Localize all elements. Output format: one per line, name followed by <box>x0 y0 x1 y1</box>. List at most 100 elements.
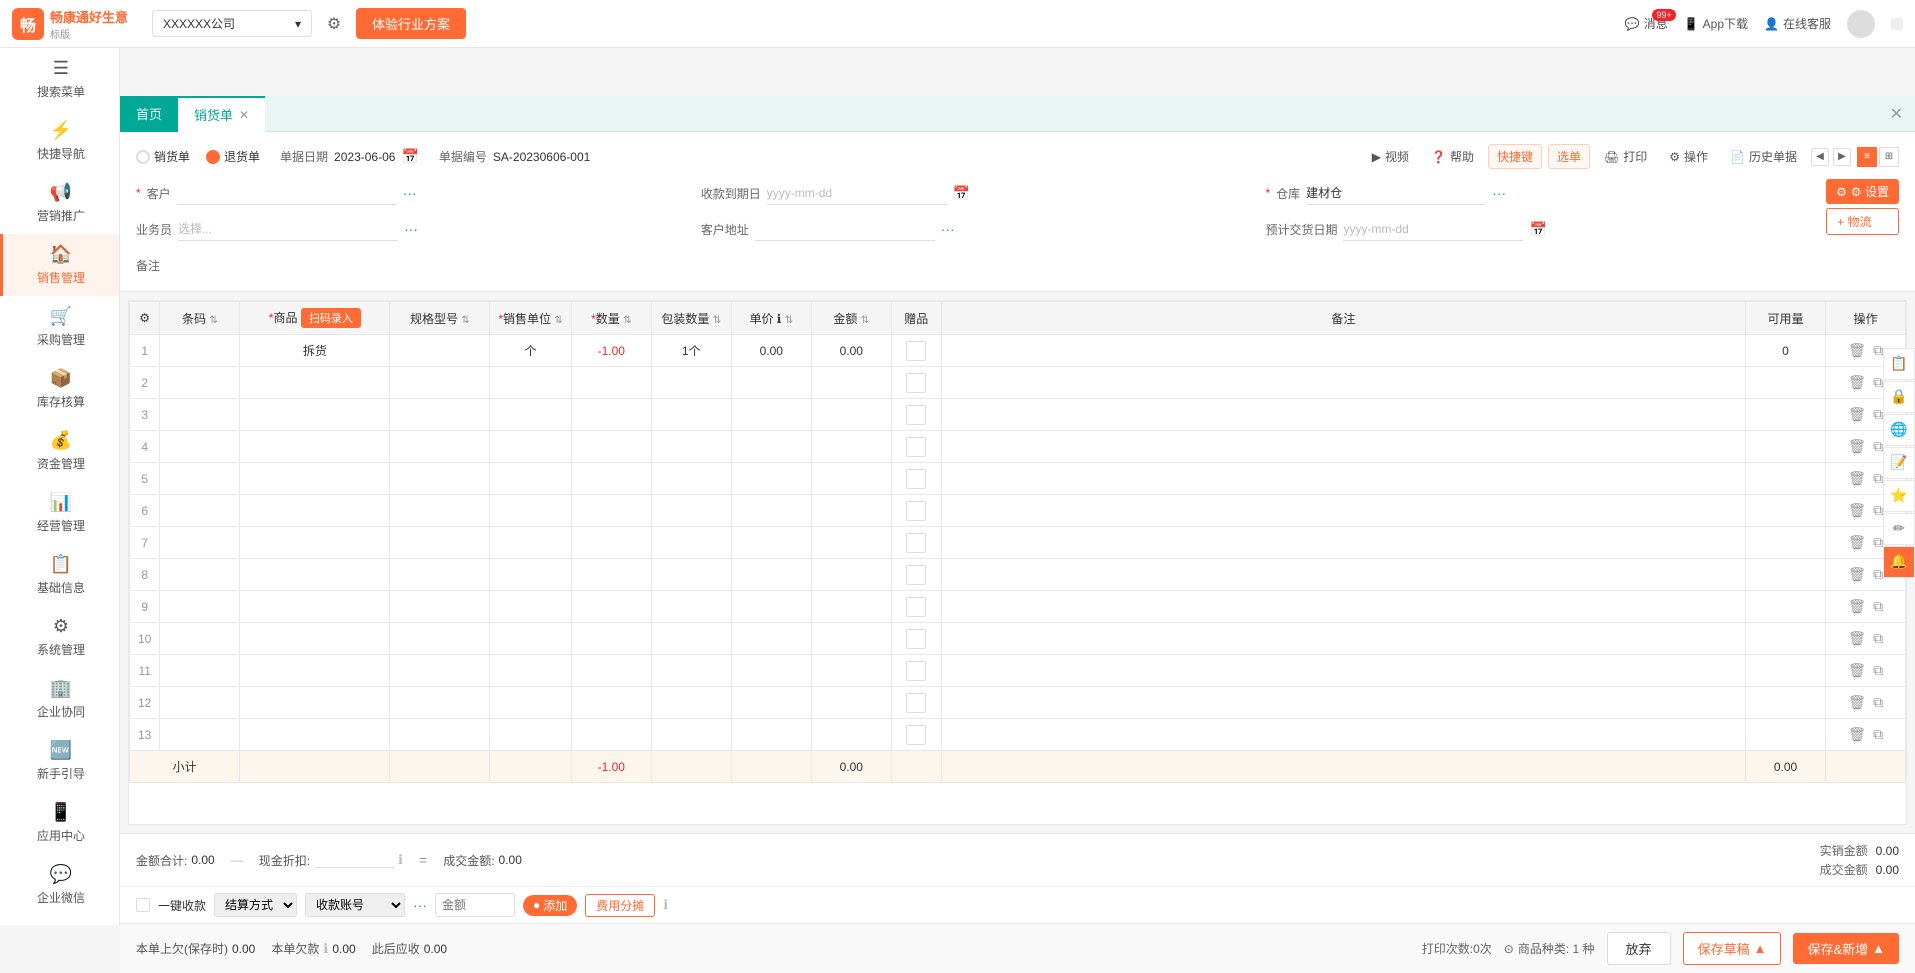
cell-remarks[interactable] <box>941 495 1745 527</box>
sidebar-item-vip[interactable]: 👑 畅会员 <box>0 916 119 925</box>
address-ellipsis[interactable]: ··· <box>941 221 955 237</box>
gift-checkbox[interactable] <box>906 693 926 713</box>
cell-unit[interactable] <box>490 719 571 751</box>
operate-btn[interactable]: ⚙ 操作 <box>1661 144 1716 169</box>
cell-price[interactable]: 0.00 <box>731 335 811 367</box>
delete-icon[interactable]: 🗑 <box>1848 662 1866 678</box>
cell-goods[interactable] <box>240 367 390 399</box>
delete-icon[interactable]: 🗑 <box>1848 726 1866 742</box>
cell-goods[interactable] <box>240 399 390 431</box>
sidebar-item-operations[interactable]: 📊 经营管理 <box>0 482 119 544</box>
cash-discount-input[interactable] <box>314 853 394 868</box>
copy-icon[interactable]: ⧉ <box>1873 726 1883 742</box>
cell-amount[interactable] <box>811 463 891 495</box>
cell-amount[interactable] <box>811 687 891 719</box>
cell-amount[interactable] <box>811 559 891 591</box>
cell-pkgqty[interactable] <box>651 495 731 527</box>
cell-pkgqty[interactable] <box>651 623 731 655</box>
copy-icon[interactable]: ⧉ <box>1873 630 1883 646</box>
cell-amount[interactable] <box>811 527 891 559</box>
cell-price[interactable] <box>731 399 811 431</box>
gift-checkbox[interactable] <box>906 373 926 393</box>
sidebar-item-guide[interactable]: 🆕 新手引导 <box>0 730 119 792</box>
cell-goods[interactable] <box>240 463 390 495</box>
cell-amount[interactable] <box>811 367 891 399</box>
cell-spec[interactable] <box>390 623 490 655</box>
sidebar-item-system[interactable]: ⚙ 系统管理 <box>0 606 119 668</box>
cell-unit[interactable] <box>490 527 571 559</box>
discard-button[interactable]: 放弃 <box>1607 932 1671 965</box>
warehouse-input[interactable]: 建材仓 <box>1306 181 1486 205</box>
gift-checkbox[interactable] <box>906 533 926 553</box>
cell-pkgqty[interactable] <box>651 463 731 495</box>
sidebar-item-base[interactable]: 📋 基础信息 <box>0 544 119 606</box>
cell-price[interactable] <box>731 591 811 623</box>
select-btn[interactable]: 选单 <box>1548 144 1590 169</box>
cell-barcode[interactable] <box>160 335 240 367</box>
cell-price[interactable] <box>731 527 811 559</box>
delete-icon[interactable]: 🗑 <box>1848 598 1866 614</box>
cell-gift[interactable] <box>891 559 941 591</box>
cell-remarks[interactable] <box>941 719 1745 751</box>
expected-cal-icon[interactable]: 📅 <box>1529 221 1546 238</box>
copy-icon[interactable]: ⧉ <box>1873 662 1883 678</box>
cell-pkgqty[interactable]: 1个 <box>651 335 731 367</box>
cell-remarks[interactable] <box>941 559 1745 591</box>
cell-remarks[interactable] <box>941 623 1745 655</box>
cell-amount[interactable] <box>811 591 891 623</box>
cell-unit[interactable] <box>490 399 571 431</box>
online-service-button[interactable]: 👤 在线客服 <box>1764 15 1831 32</box>
sidebar-item-purchase[interactable]: 🛒 采购管理 <box>0 296 119 358</box>
cell-spec[interactable] <box>390 655 490 687</box>
cell-gift[interactable] <box>891 655 941 687</box>
shortcut-btn[interactable]: 快捷键 <box>1488 144 1542 169</box>
tab-close-all[interactable]: ✕ <box>1890 104 1915 124</box>
messages-button[interactable]: 💬 消息 99+ <box>1625 15 1668 32</box>
cell-gift[interactable] <box>891 687 941 719</box>
cell-remarks[interactable] <box>941 591 1745 623</box>
company-selector[interactable]: XXXXXX公司 ▾ <box>152 10 312 37</box>
cell-remarks[interactable] <box>941 527 1745 559</box>
cell-barcode[interactable] <box>160 527 240 559</box>
cell-remarks[interactable] <box>941 687 1745 719</box>
sidebar-item-quick-nav[interactable]: ⚡ 快捷导航 <box>0 110 119 172</box>
sidebar-item-enterprise[interactable]: 🏢 企业协同 <box>0 668 119 730</box>
close-all-icon[interactable]: ✕ <box>1890 104 1903 124</box>
cell-spec[interactable] <box>390 399 490 431</box>
expense-split-btn[interactable]: 费用分摊 <box>585 894 655 917</box>
scan-button[interactable]: 扫码录入 <box>301 308 361 328</box>
sidebar-item-marketing[interactable]: 📢 营销推广 <box>0 172 119 234</box>
help-btn[interactable]: ❓ 帮助 <box>1423 144 1482 169</box>
trial-button[interactable]: 体验行业方案 <box>356 8 466 39</box>
cell-qty[interactable] <box>571 495 651 527</box>
cell-goods[interactable] <box>240 623 390 655</box>
cell-gift[interactable] <box>891 527 941 559</box>
copy-icon[interactable]: ⧉ <box>1873 566 1883 582</box>
copy-icon[interactable]: ⧉ <box>1873 406 1883 422</box>
save-draft-button[interactable]: 保存草稿 ▲ <box>1683 932 1782 965</box>
delete-icon[interactable]: 🗑 <box>1848 534 1866 550</box>
cell-price[interactable] <box>731 463 811 495</box>
app-download-button[interactable]: 📱 App下载 <box>1684 15 1748 32</box>
float-btn-5[interactable]: ⭐ <box>1883 480 1915 512</box>
cell-spec[interactable] <box>390 591 490 623</box>
cell-unit[interactable] <box>490 559 571 591</box>
cell-unit[interactable] <box>490 687 571 719</box>
video-btn[interactable]: ▶ 视频 <box>1364 144 1417 169</box>
cell-barcode[interactable] <box>160 367 240 399</box>
cell-pkgqty[interactable] <box>651 719 731 751</box>
gift-checkbox[interactable] <box>906 597 926 617</box>
cell-unit[interactable]: 个 <box>490 335 571 367</box>
cell-spec[interactable] <box>390 719 490 751</box>
cell-price[interactable] <box>731 495 811 527</box>
cell-barcode[interactable] <box>160 655 240 687</box>
cell-pkgqty[interactable] <box>651 559 731 591</box>
address-input[interactable] <box>755 217 935 241</box>
cell-gift[interactable] <box>891 495 941 527</box>
next-arrow[interactable]: ▶ <box>1833 148 1851 166</box>
tab-close-icon[interactable]: ✕ <box>239 108 249 122</box>
th-settings[interactable]: ⚙ <box>130 302 160 335</box>
payment-method-select[interactable]: 结算方式 <box>214 893 297 917</box>
cell-price[interactable] <box>731 559 811 591</box>
payment-account-select[interactable]: 收款账号 <box>305 893 405 917</box>
